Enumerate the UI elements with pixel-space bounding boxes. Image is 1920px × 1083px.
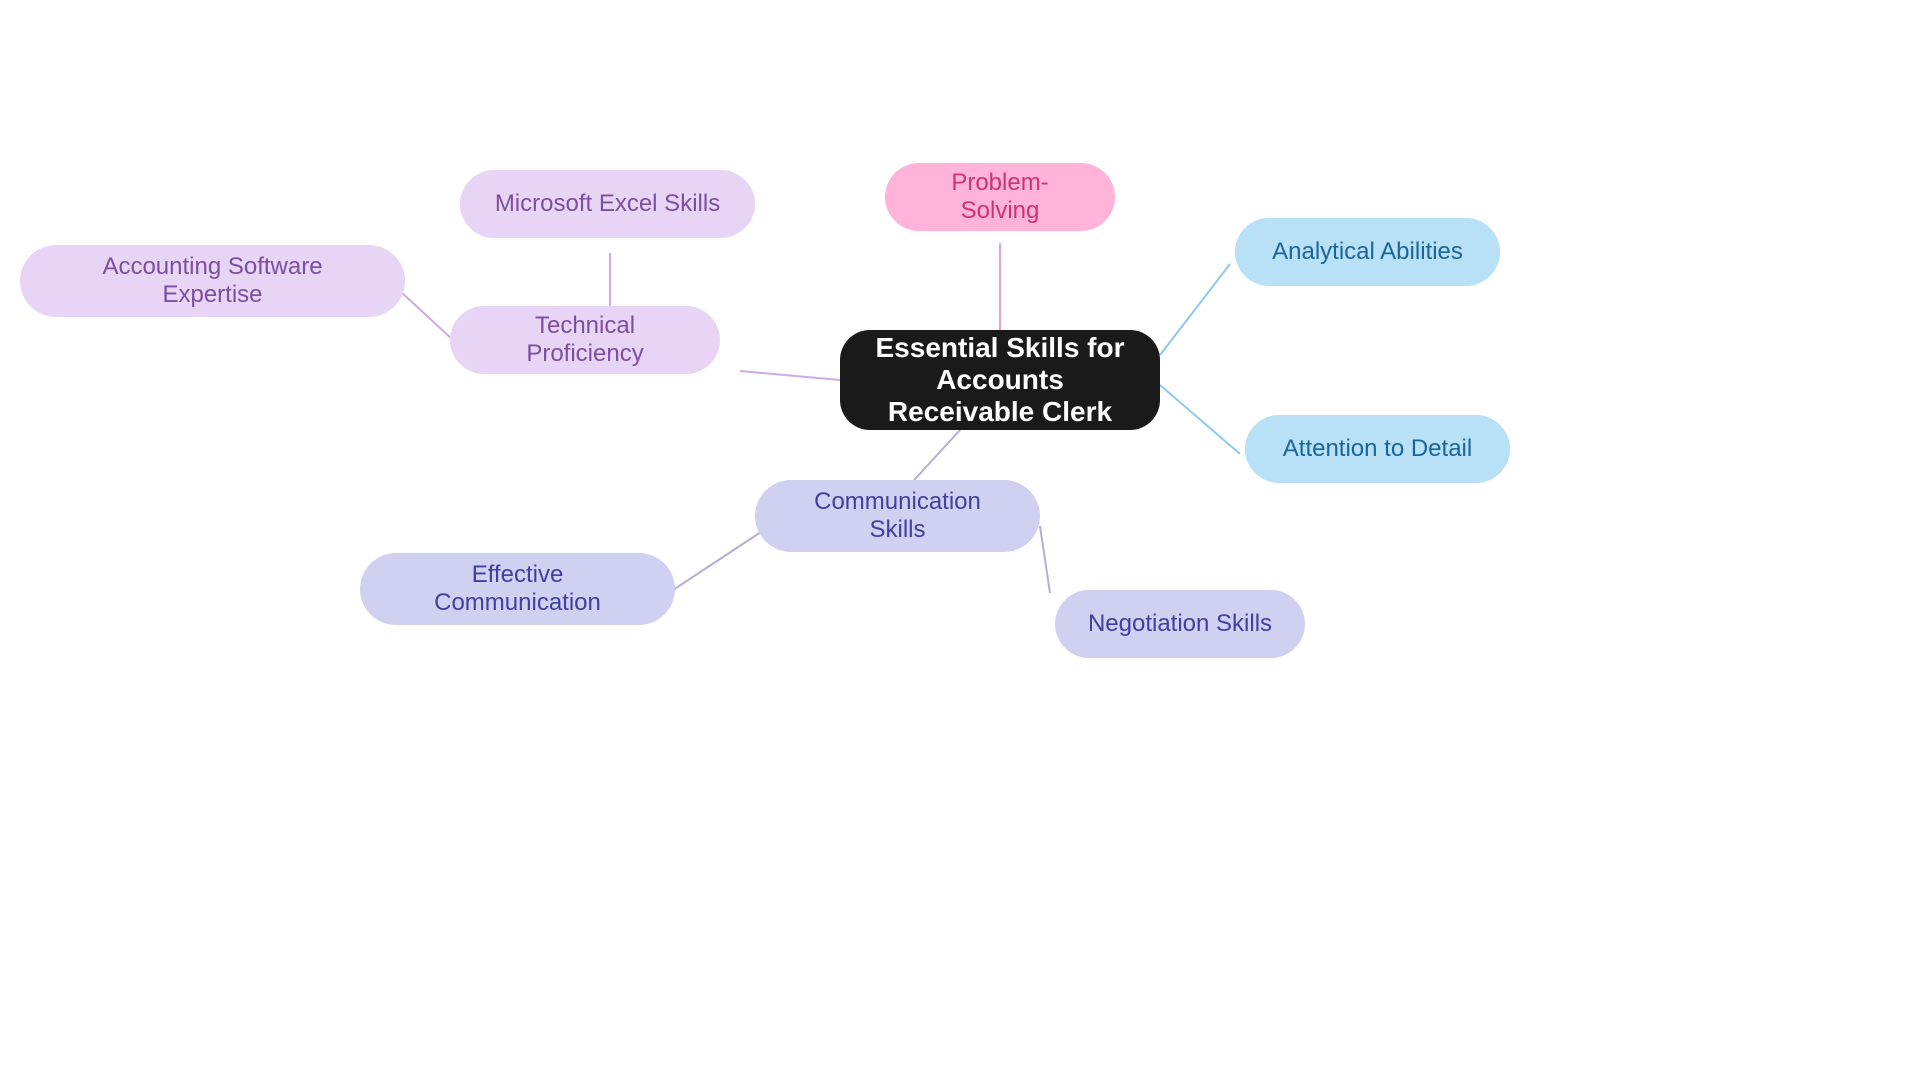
negotiation-skills-node[interactable]: Negotiation Skills xyxy=(1055,590,1305,658)
center-node[interactable]: Essential Skills for Accounts Receivable… xyxy=(840,330,1160,430)
effective-communication-node[interactable]: Effective Communication xyxy=(360,553,675,625)
mind-map: Essential Skills for Accounts Receivable… xyxy=(0,0,1920,1083)
technical-proficiency-node[interactable]: Technical Proficiency xyxy=(450,306,720,374)
analytical-abilities-node[interactable]: Analytical Abilities xyxy=(1235,218,1500,286)
communication-skills-node[interactable]: Communication Skills xyxy=(755,480,1040,552)
problem-solving-node[interactable]: Problem-Solving xyxy=(885,163,1115,231)
microsoft-excel-node[interactable]: Microsoft Excel Skills xyxy=(460,170,755,238)
accounting-software-node[interactable]: Accounting Software Expertise xyxy=(20,245,405,317)
attention-to-detail-node[interactable]: Attention to Detail xyxy=(1245,415,1510,483)
